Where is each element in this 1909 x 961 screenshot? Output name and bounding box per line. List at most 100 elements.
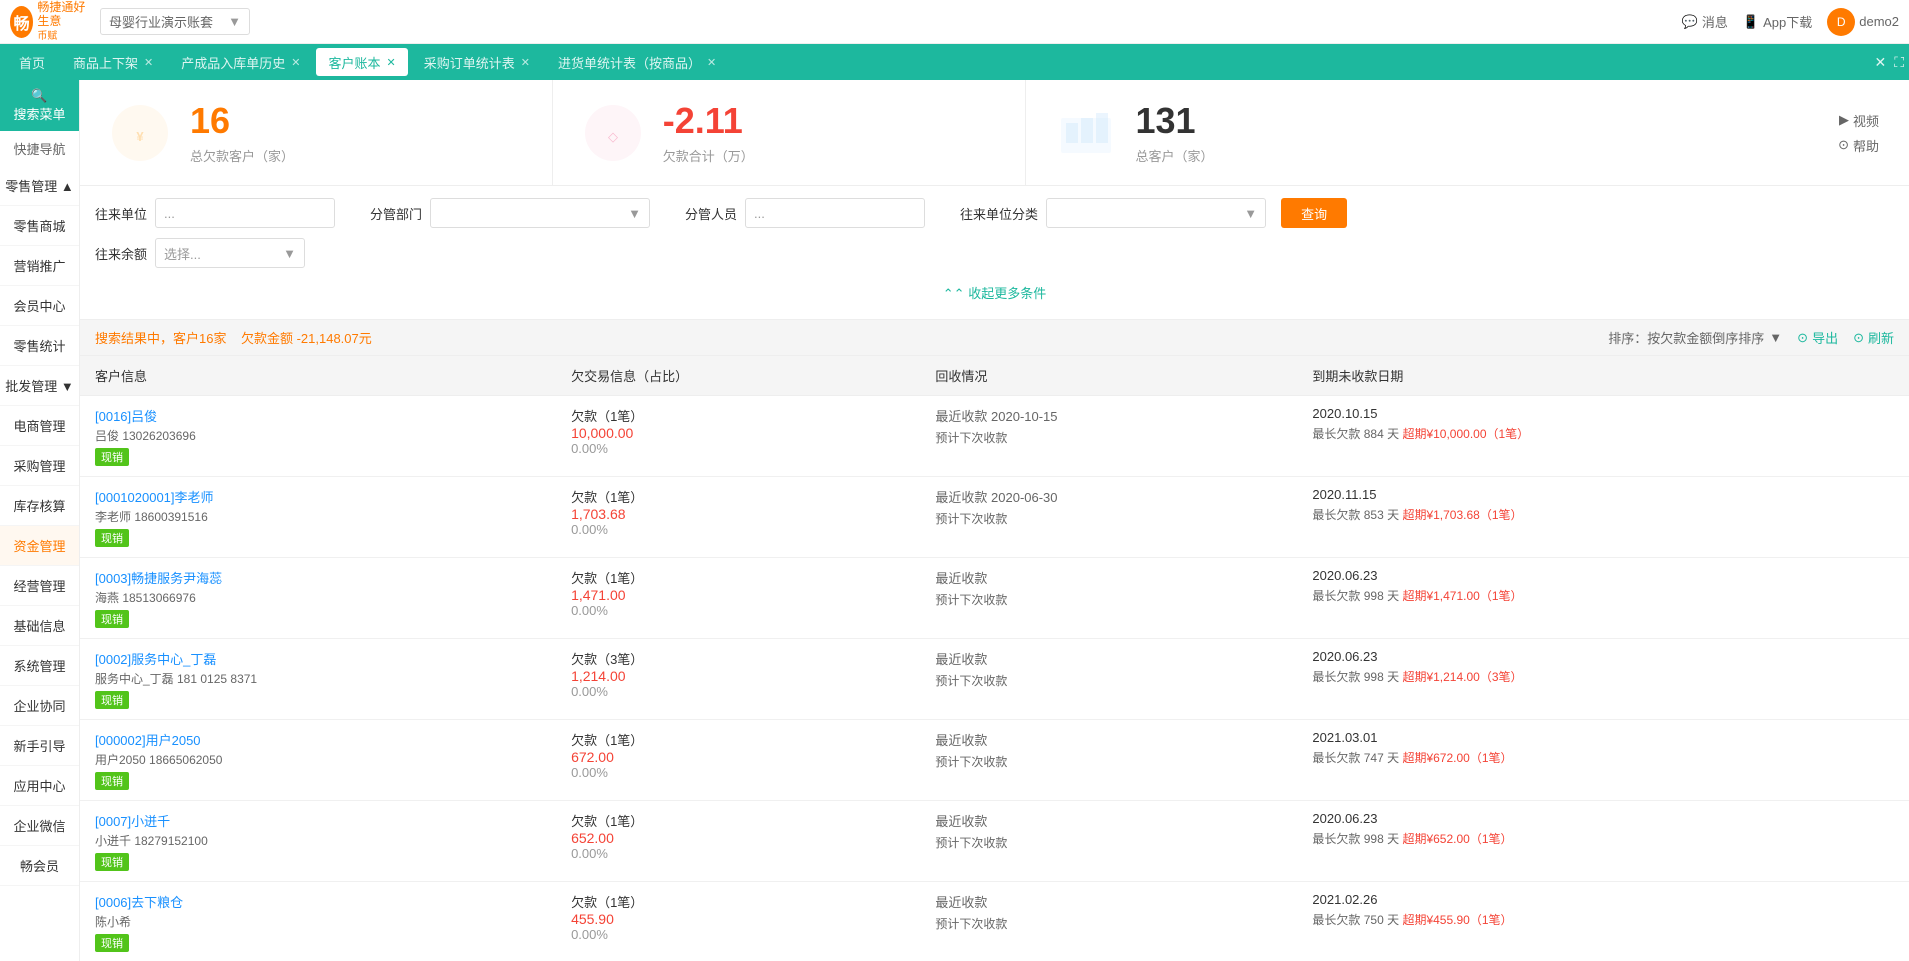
sort-selector[interactable]: 排序：按欠款金额倒序排序 ▼ bbox=[1608, 328, 1782, 347]
user-menu[interactable]: D demo2 bbox=[1827, 8, 1899, 36]
message-button[interactable]: 💬 消息 bbox=[1682, 12, 1728, 31]
app-download-icon: 📱 bbox=[1743, 14, 1759, 30]
col-debt-info: 欠交易信息（占比） bbox=[556, 356, 920, 396]
debt-info-4: 欠款（1笔） bbox=[571, 730, 905, 749]
tab-customer-account[interactable]: 客户账本 ✕ bbox=[316, 48, 407, 76]
tab-goods-stats[interactable]: 进货单统计表（按商品） ✕ bbox=[546, 48, 728, 76]
sidebar-item-new-guide[interactable]: 新手引导 bbox=[0, 726, 79, 766]
filter-unit-class-label: 往来单位分类 bbox=[960, 204, 1038, 223]
sidebar-item-inventory[interactable]: 库存核算 bbox=[0, 486, 79, 526]
sidebar-item-operations[interactable]: 经营管理 bbox=[0, 566, 79, 606]
total-customers-label: 总客户（家） bbox=[1136, 146, 1214, 165]
sidebar-item-marketing[interactable]: 营销推广 bbox=[0, 246, 79, 286]
filter-manager-label: 分管人员 bbox=[685, 204, 737, 223]
filter-balance-select[interactable]: 选择... ▼ bbox=[155, 238, 305, 268]
next-payment-3: 预计下次收款 bbox=[935, 672, 1282, 689]
brand-dropdown-icon: ▼ bbox=[228, 14, 241, 29]
customer-name-link-0[interactable]: [0016]吕俊 bbox=[95, 406, 541, 425]
tab-products-close[interactable]: ✕ bbox=[144, 56, 153, 69]
overdue-days-0: 最长欠款 884 天 超期¥10,000.00（1笔） bbox=[1312, 425, 1894, 442]
overdue-amount-link-6[interactable]: 超期¥455.90（1笔） bbox=[1402, 913, 1512, 927]
sidebar-item-retail-mgmt[interactable]: 零售管理 ▲ bbox=[0, 166, 79, 206]
sidebar-search-menu[interactable]: 🔍 搜索菜单 bbox=[0, 80, 79, 131]
tab-goods-stats-close[interactable]: ✕ bbox=[707, 56, 716, 69]
tab-production[interactable]: 产成品入库单历史 ✕ bbox=[169, 48, 312, 76]
result-info: 搜索结果中，客户16家 欠款金额 -21,148.07元 bbox=[95, 328, 372, 347]
debt-info-0: 欠款（1笔） bbox=[571, 406, 905, 425]
tab-purchase-order-close[interactable]: ✕ bbox=[521, 56, 530, 69]
next-payment-0: 预计下次收款 bbox=[935, 429, 1282, 446]
filter-dept-select[interactable]: ▼ bbox=[430, 198, 650, 228]
filter-unit-class-select[interactable]: ▼ bbox=[1046, 198, 1266, 228]
data-table-area: 客户信息 欠交易信息（占比） 回收情况 到期未收款日期 [0016]吕俊 吕俊 … bbox=[80, 356, 1909, 961]
play-icon: ▶ bbox=[1839, 112, 1849, 128]
overdue-amount-link-5[interactable]: 超期¥652.00（1笔） bbox=[1402, 832, 1512, 846]
overdue-days-4: 最长欠款 747 天 超期¥672.00（1笔） bbox=[1312, 749, 1894, 766]
due-date-6: 2021.02.26 bbox=[1312, 892, 1894, 907]
sidebar-item-retail-stats[interactable]: 零售统计 bbox=[0, 326, 79, 366]
overdue-amount-link-2[interactable]: 超期¥1,471.00（1笔） bbox=[1402, 589, 1522, 603]
tab-home[interactable]: 首页 bbox=[7, 48, 57, 76]
overdue-amount-link-0[interactable]: 超期¥10,000.00（1笔） bbox=[1402, 427, 1529, 441]
sidebar-item-basic-info[interactable]: 基础信息 bbox=[0, 606, 79, 646]
sidebar-item-enterprise-wechat[interactable]: 企业微信 bbox=[0, 806, 79, 846]
sidebar-item-chang-member[interactable]: 畅会员 bbox=[0, 846, 79, 886]
debt-info-5: 欠款（1笔） bbox=[571, 811, 905, 830]
customer-contact-0: 吕俊 13026203696 bbox=[95, 427, 541, 444]
customer-name-link-4[interactable]: [000002]用户2050 bbox=[95, 730, 541, 749]
close-all-tabs-icon[interactable]: ✕ bbox=[1874, 54, 1886, 71]
export-button[interactable]: ⊙ 导出 bbox=[1797, 328, 1838, 347]
overdue-days-6: 最长欠款 750 天 超期¥455.90（1笔） bbox=[1312, 911, 1894, 928]
sidebar-item-ecommerce[interactable]: 电商管理 bbox=[0, 406, 79, 446]
customer-name-link-2[interactable]: [0003]畅捷服务尹海蕊 bbox=[95, 568, 541, 587]
customer-name-link-6[interactable]: [0006]去下粮仓 bbox=[95, 892, 541, 911]
refresh-button[interactable]: ⊙ 刷新 bbox=[1853, 328, 1894, 347]
overdue-amount-link-4[interactable]: 超期¥672.00（1笔） bbox=[1402, 751, 1512, 765]
cell-due-6: 2021.02.26 最长欠款 750 天 超期¥455.90（1笔） bbox=[1297, 882, 1909, 961]
debt-amount-6: 455.90 bbox=[571, 911, 905, 927]
app-download-button[interactable]: 📱 App下载 bbox=[1743, 12, 1812, 31]
customer-name-link-5[interactable]: [0007]小迸千 bbox=[95, 811, 541, 830]
filter-unit-input[interactable]: ... bbox=[155, 198, 335, 228]
tab-products[interactable]: 商品上下架 ✕ bbox=[61, 48, 165, 76]
filter-item-balance: 往来余额 选择... ▼ bbox=[95, 238, 305, 268]
cell-payment-1: 最近收款 2020-06-30 预计下次收款 bbox=[920, 477, 1297, 558]
col-customer-info: 客户信息 bbox=[80, 356, 556, 396]
tab-customer-account-close[interactable]: ✕ bbox=[387, 56, 396, 69]
customer-tag-5: 现销 bbox=[95, 853, 129, 871]
sidebar-item-wholesale-mgmt[interactable]: 批发管理 ▼ bbox=[0, 366, 79, 406]
stat-card-customers-info: 131 总客户（家） bbox=[1136, 100, 1214, 165]
customer-name-link-1[interactable]: [0001020001]李老师 bbox=[95, 487, 541, 506]
collapse-filters-button[interactable]: ⌃⌃ 收起更多条件 bbox=[95, 278, 1894, 307]
maximize-icon[interactable]: ⛶ bbox=[1894, 54, 1904, 71]
sidebar-item-retail-mall[interactable]: 零售商城 bbox=[0, 206, 79, 246]
tab-production-close[interactable]: ✕ bbox=[291, 56, 300, 69]
debt-amount-4: 672.00 bbox=[571, 749, 905, 765]
brand-selector[interactable]: 母婴行业演示账套 ▼ bbox=[100, 8, 250, 35]
sidebar-item-members[interactable]: 会员中心 bbox=[0, 286, 79, 326]
table-body: [0016]吕俊 吕俊 13026203696 现销 欠款（1笔） 10,000… bbox=[80, 396, 1909, 961]
view-label: 视频 bbox=[1853, 111, 1879, 130]
overdue-amount-link-3[interactable]: 超期¥1,214.00（3笔） bbox=[1402, 670, 1522, 684]
filter-manager-input[interactable]: ... bbox=[745, 198, 925, 228]
tab-purchase-order[interactable]: 采购订单统计表 ✕ bbox=[412, 48, 542, 76]
debt-amount-2: 1,471.00 bbox=[571, 587, 905, 603]
search-button[interactable]: 查询 bbox=[1281, 198, 1347, 228]
help-button[interactable]: ⊙ 帮助 bbox=[1838, 136, 1879, 155]
debt-amount-1: 1,703.68 bbox=[571, 506, 905, 522]
next-payment-4: 预计下次收款 bbox=[935, 753, 1282, 770]
table-row: [0001020001]李老师 李老师 18600391516 现销 欠款（1笔… bbox=[80, 477, 1909, 558]
logo-icon: 畅 bbox=[10, 6, 33, 38]
sidebar-item-system[interactable]: 系统管理 bbox=[0, 646, 79, 686]
overdue-amount-link-1[interactable]: 超期¥1,703.68（1笔） bbox=[1402, 508, 1522, 522]
main-layout: 🔍 搜索菜单 快捷导航 零售管理 ▲ 零售商城 营销推广 会员中心 零售统计 批… bbox=[0, 80, 1909, 961]
sidebar-item-finance[interactable]: 资金管理 bbox=[0, 526, 79, 566]
customer-name-link-3[interactable]: [0002]服务中心_丁磊 bbox=[95, 649, 541, 668]
cell-due-4: 2021.03.01 最长欠款 747 天 超期¥672.00（1笔） bbox=[1297, 720, 1909, 801]
view-video-button[interactable]: ▶ 视频 bbox=[1839, 111, 1879, 130]
sidebar-item-app-center[interactable]: 应用中心 bbox=[0, 766, 79, 806]
filter-dept-label: 分管部门 bbox=[370, 204, 422, 223]
sidebar-item-enterprise-collab[interactable]: 企业协同 bbox=[0, 686, 79, 726]
sidebar-quick-nav[interactable]: 快捷导航 bbox=[0, 131, 79, 166]
sidebar-item-purchase[interactable]: 采购管理 bbox=[0, 446, 79, 486]
